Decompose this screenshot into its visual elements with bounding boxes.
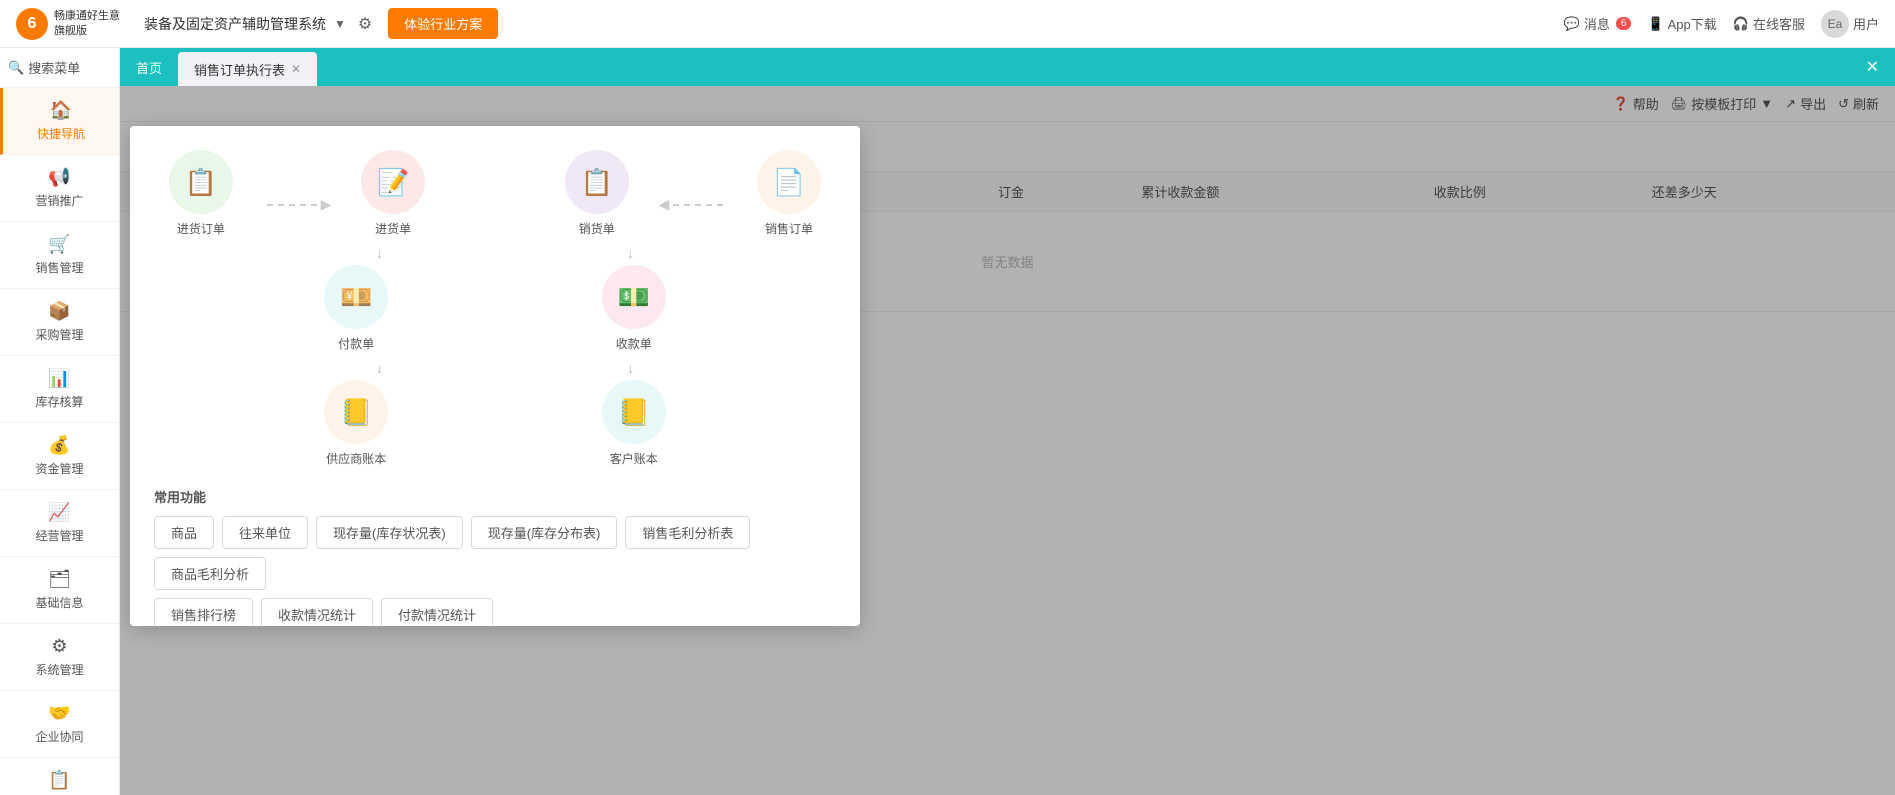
sidebar-item-sales[interactable]: 🛒 销售管理	[0, 222, 119, 289]
content-area: 首页 销售订单执行表 ✕ ✕ ❓ 帮助 🖨 按模板打印 ▼	[120, 48, 1895, 795]
system-icon: ⚙	[51, 636, 67, 657]
top-header: 6 畅康通好生意 旗舰版 装备及固定资产辅助管理系统 ▼ ⚙ 体验行业方案 💬 …	[0, 0, 1895, 48]
flow-node-purchase-bill[interactable]: 📝 进货单	[361, 150, 425, 237]
try-industry-btn[interactable]: 体验行业方案	[388, 8, 498, 39]
phone-icon: 📱	[1647, 16, 1663, 32]
settings-icon[interactable]: ⚙	[358, 14, 372, 34]
payment-circle: 💴	[324, 265, 388, 329]
close-all-tabs-btn[interactable]: ✕	[1850, 57, 1895, 77]
message-badge: 6	[1616, 17, 1632, 30]
sidebar: 🔍 搜索菜单 🏠 快捷导航 📢 营销推广 🛒 销售管理 📦 采购管理 📊 库存核…	[0, 48, 120, 795]
system-title: 装备及固定资产辅助管理系统	[144, 14, 326, 34]
operation-icon: 📈	[48, 502, 70, 523]
system-dropdown-btn[interactable]: ▼	[334, 17, 346, 31]
logo-area: 6 畅康通好生意 旗舰版	[16, 8, 136, 40]
tab-bar: 首页 销售订单执行表 ✕ ✕	[120, 48, 1895, 86]
basic-icon: 🗂	[48, 569, 71, 590]
func-btn-partner[interactable]: 往来单位	[222, 516, 308, 549]
purchase-icon: 📦	[48, 301, 70, 322]
flow-node-payment[interactable]: 💴 付款单	[324, 265, 388, 352]
tab-home[interactable]: 首页	[120, 48, 178, 86]
avatar: Ea	[1821, 10, 1849, 38]
header-right: 💬 消息 6 📱 App下载 🎧 在线客服 Ea 用户	[1564, 10, 1879, 38]
sales-icon: 🛒	[48, 234, 70, 255]
modal-dialog: 📋 进货订单 ▶	[130, 126, 860, 626]
flow-node-sales-order[interactable]: 📄 销售订单	[757, 150, 821, 237]
search-menu-btn[interactable]: 🔍 搜索菜单	[0, 48, 119, 88]
sidebar-item-system[interactable]: ⚙ 系统管理	[0, 624, 119, 691]
flow-node-supplier-ledger[interactable]: 📒 供应商账本	[324, 380, 388, 467]
flow-node-receipt[interactable]: 💵 收款单	[602, 265, 666, 352]
sales-order-circle: 📄	[757, 150, 821, 214]
arrow-po-pb: ▶	[263, 196, 332, 237]
finance-icon: 💰	[48, 435, 70, 456]
func-buttons-row1: 商品 往来单位 现存量(库存状况表) 现存量(库存分布表) 销售毛利分析表 商品…	[154, 516, 836, 590]
payment-label: 付款单	[338, 335, 374, 352]
message-btn[interactable]: 💬 消息 6	[1564, 14, 1632, 33]
headset-icon: 🎧	[1733, 16, 1749, 32]
sidebar-item-corp[interactable]: 🤝 企业协同	[0, 691, 119, 758]
common-funcs: 常用功能 商品 往来单位 现存量(库存状况表) 现存量(库存分布表) 销售毛利分…	[154, 487, 836, 626]
func-btn-sales-gross[interactable]: 销售毛利分析表	[625, 516, 750, 549]
flow-row3: 📒 供应商账本 📒 客户账本	[154, 380, 836, 467]
flow-diagram: 📋 进货订单 ▶	[154, 150, 836, 467]
sidebar-item-finance[interactable]: 💰 资金管理	[0, 423, 119, 490]
purchase-bill-label: 进货单	[375, 220, 411, 237]
sidebar-item-inventory[interactable]: 📊 库存核算	[0, 356, 119, 423]
guide-icon: 📋	[48, 770, 70, 791]
inventory-icon: 📊	[48, 368, 70, 389]
purchase-order-circle: 📋	[169, 150, 233, 214]
func-btn-receipt-stat[interactable]: 收款情况统计	[261, 598, 373, 626]
customer-ledger-circle: 📒	[602, 380, 666, 444]
flow-node-customer-ledger[interactable]: 📒 客户账本	[602, 380, 666, 467]
sidebar-item-basic[interactable]: 🗂 基础信息	[0, 557, 119, 624]
arrow-so-sb: ◀	[658, 196, 727, 237]
sales-order-label: 销售订单	[765, 220, 813, 237]
app-download-btn[interactable]: 📱 App下载	[1647, 14, 1716, 33]
logo-text: 畅康通好生意 旗舰版	[54, 9, 120, 38]
func-btn-sales-rank[interactable]: 销售排行榜	[154, 598, 253, 626]
main-layout: 🔍 搜索菜单 🏠 快捷导航 📢 营销推广 🛒 销售管理 📦 采购管理 📊 库存核…	[0, 48, 1895, 795]
common-funcs-title: 常用功能	[154, 487, 836, 506]
supplier-ledger-circle: 📒	[324, 380, 388, 444]
logo-icon: 6	[16, 8, 48, 40]
arrows-down-row: ↓ ↓	[154, 245, 836, 265]
purchase-order-label: 进货订单	[177, 220, 225, 237]
flow-node-purchase-order[interactable]: 📋 进货订单	[169, 150, 233, 237]
func-btn-payment-stat[interactable]: 付款情况统计	[381, 598, 493, 626]
tab-close-btn[interactable]: ✕	[291, 62, 301, 76]
func-btn-product-gross[interactable]: 商品毛利分析	[154, 557, 266, 590]
sidebar-item-purchase[interactable]: 📦 采购管理	[0, 289, 119, 356]
online-service-btn[interactable]: 🎧 在线客服	[1733, 14, 1805, 33]
sales-bill-circle: 📋	[565, 150, 629, 214]
sidebar-item-quick[interactable]: 🏠 快捷导航	[0, 88, 119, 155]
func-btn-stock-status[interactable]: 现存量(库存状况表)	[316, 516, 463, 549]
page-content: ❓ 帮助 🖨 按模板打印 ▼ ↗ 导出 ↺ 刷新	[120, 86, 1895, 795]
corp-icon: 🤝	[48, 703, 70, 724]
receipt-circle: 💵	[602, 265, 666, 329]
modal-overlay: 📋 进货订单 ▶	[120, 86, 1895, 795]
supplier-ledger-label: 供应商账本	[326, 450, 386, 467]
user-menu-btn[interactable]: Ea 用户	[1821, 10, 1879, 38]
sidebar-item-guide[interactable]: 📋 新手引导	[0, 758, 119, 795]
sales-bill-label: 销货单	[579, 220, 615, 237]
func-btn-product[interactable]: 商品	[154, 516, 214, 549]
func-btn-stock-dist[interactable]: 现存量(库存分布表)	[471, 516, 618, 549]
func-buttons-row2: 销售排行榜 收款情况统计 付款情况统计	[154, 598, 836, 626]
tab-sales-order[interactable]: 销售订单执行表 ✕	[178, 52, 317, 86]
home-icon: 🏠	[50, 100, 72, 121]
receipt-label: 收款单	[616, 335, 652, 352]
search-icon: 🔍	[8, 60, 24, 76]
sidebar-item-operation[interactable]: 📈 经营管理	[0, 490, 119, 557]
message-icon: 💬	[1564, 16, 1580, 32]
flow-node-sales-bill[interactable]: 📋 销货单	[565, 150, 629, 237]
customer-ledger-label: 客户账本	[610, 450, 658, 467]
purchase-bill-circle: 📝	[361, 150, 425, 214]
arrows-down-row2: ↓ ↓	[154, 360, 836, 380]
marketing-icon: 📢	[48, 167, 70, 188]
system-title-area: 装备及固定资产辅助管理系统 ▼ ⚙ 体验行业方案	[144, 8, 1564, 39]
sidebar-item-marketing[interactable]: 📢 营销推广	[0, 155, 119, 222]
